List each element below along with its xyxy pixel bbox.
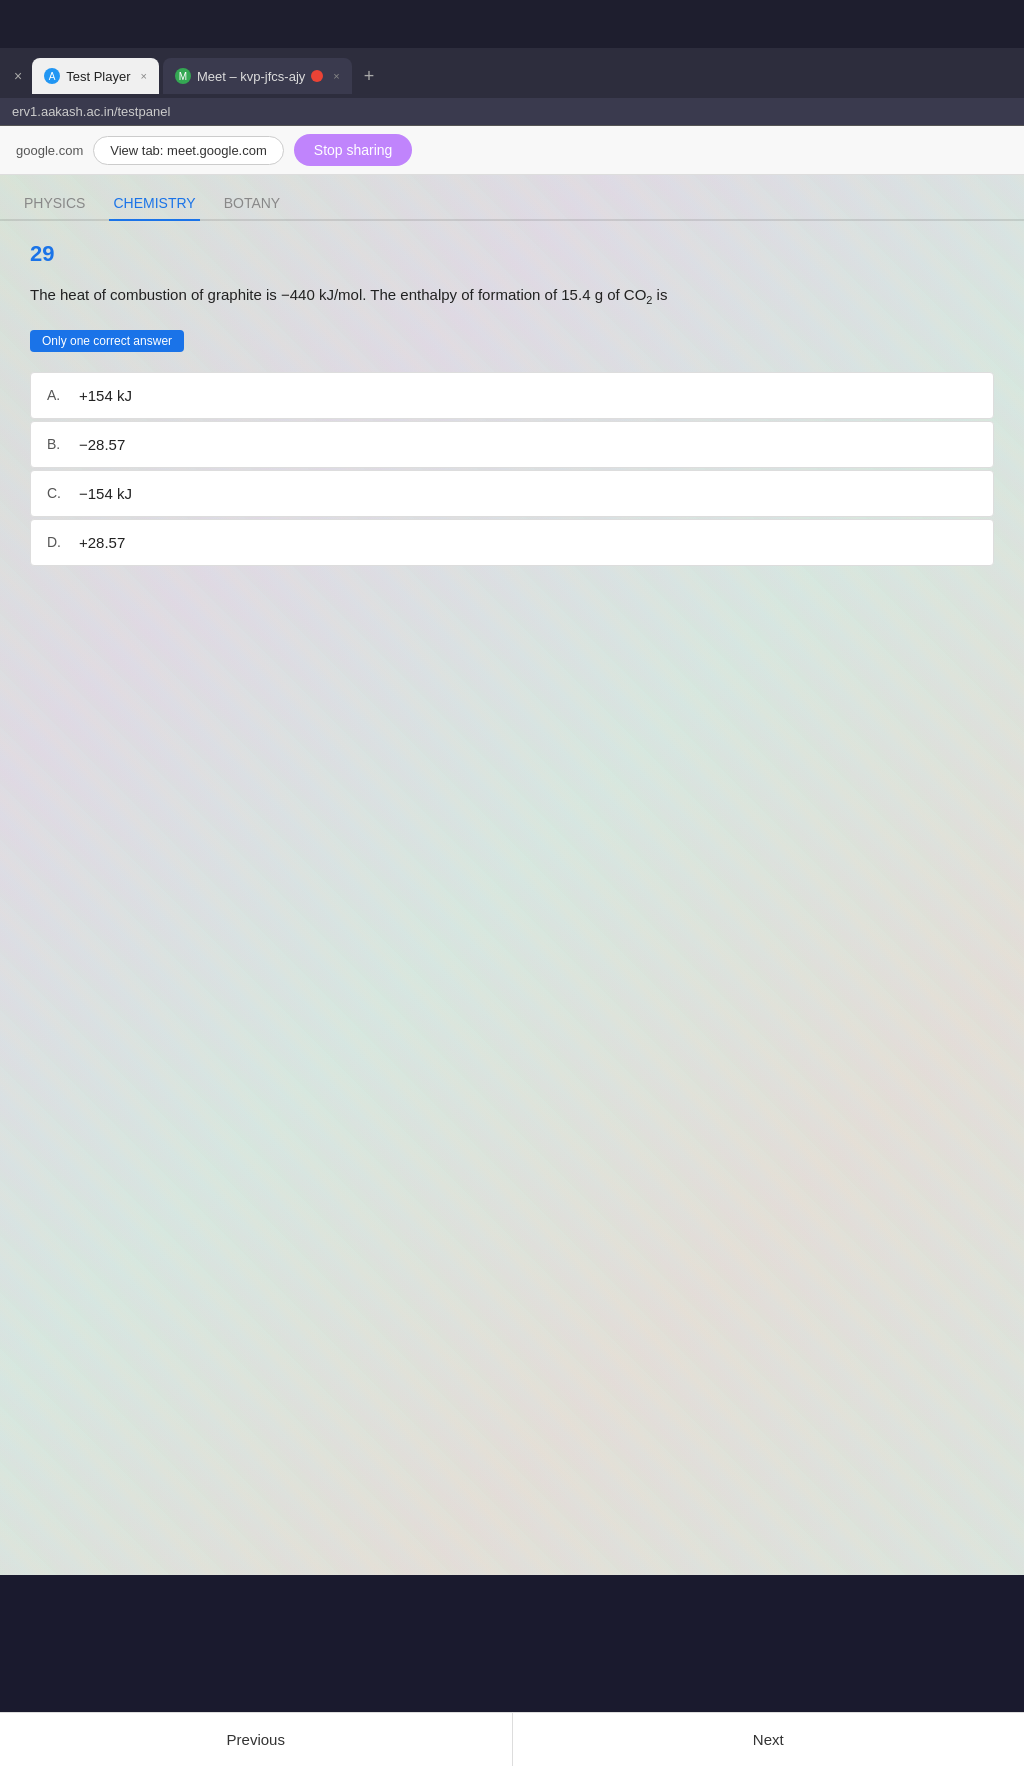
question-number: 29 xyxy=(30,241,994,267)
next-button[interactable]: Next xyxy=(513,1713,1025,1766)
question-text: The heat of combustion of graphite is −4… xyxy=(30,283,994,310)
option-d-label: D. xyxy=(47,534,67,550)
tab-meet-close[interactable]: × xyxy=(333,70,339,82)
previous-button[interactable]: Previous xyxy=(0,1713,513,1766)
aakash-favicon-icon: A xyxy=(44,68,60,84)
option-c[interactable]: C. −154 kJ xyxy=(30,470,994,517)
options-container: A. +154 kJ B. −28.57 C. −154 kJ D. +28.5… xyxy=(30,372,994,566)
question-container: 29 The heat of combustion of graphite is… xyxy=(0,221,1024,586)
option-d-value: +28.57 xyxy=(79,534,125,551)
sharing-bar: google.com View tab: meet.google.com Sto… xyxy=(0,126,1024,175)
meet-favicon-icon: M xyxy=(175,68,191,84)
answer-type-badge: Only one correct answer xyxy=(30,330,184,352)
option-c-label: C. xyxy=(47,485,67,501)
tab-bar: × A Test Player × M Meet – kvp-jfcs-ajy … xyxy=(0,54,1024,98)
nav-buttons: Previous Next xyxy=(0,1712,1024,1766)
option-c-value: −154 kJ xyxy=(79,485,132,502)
tab-meet-label: Meet – kvp-jfcs-ajy xyxy=(197,69,305,84)
subject-tabs: PHYSICS CHEMISTRY BOTANY xyxy=(0,175,1024,221)
record-indicator-icon xyxy=(311,70,323,82)
sharing-origin-text: google.com xyxy=(16,143,83,158)
tab-physics[interactable]: PHYSICS xyxy=(20,187,89,219)
option-b-value: −28.57 xyxy=(79,436,125,453)
option-a-label: A. xyxy=(47,387,67,403)
browser-chrome: × A Test Player × M Meet – kvp-jfcs-ajy … xyxy=(0,48,1024,126)
view-tab-button[interactable]: View tab: meet.google.com xyxy=(93,136,284,165)
option-b[interactable]: B. −28.57 xyxy=(30,421,994,468)
option-b-label: B. xyxy=(47,436,67,452)
tab-test-player-close[interactable]: × xyxy=(141,70,147,82)
new-tab-button[interactable]: + xyxy=(356,66,383,87)
option-a-value: +154 kJ xyxy=(79,387,132,404)
tab-chemistry[interactable]: CHEMISTRY xyxy=(109,187,199,219)
address-bar[interactable]: erv1.aakash.ac.in/testpanel xyxy=(0,98,1024,126)
main-content: PHYSICS CHEMISTRY BOTANY 29 The heat of … xyxy=(0,175,1024,1575)
tab-meet[interactable]: M Meet – kvp-jfcs-ajy × xyxy=(163,58,352,94)
option-a[interactable]: A. +154 kJ xyxy=(30,372,994,419)
url-text: erv1.aakash.ac.in/testpanel xyxy=(12,104,170,119)
os-bar xyxy=(0,0,1024,48)
browser-close-x[interactable]: × xyxy=(8,64,28,88)
tab-test-player[interactable]: A Test Player × xyxy=(32,58,159,94)
stop-sharing-button[interactable]: Stop sharing xyxy=(294,134,413,166)
option-d[interactable]: D. +28.57 xyxy=(30,519,994,566)
tab-test-player-label: Test Player xyxy=(66,69,130,84)
tab-botany[interactable]: BOTANY xyxy=(220,187,285,219)
